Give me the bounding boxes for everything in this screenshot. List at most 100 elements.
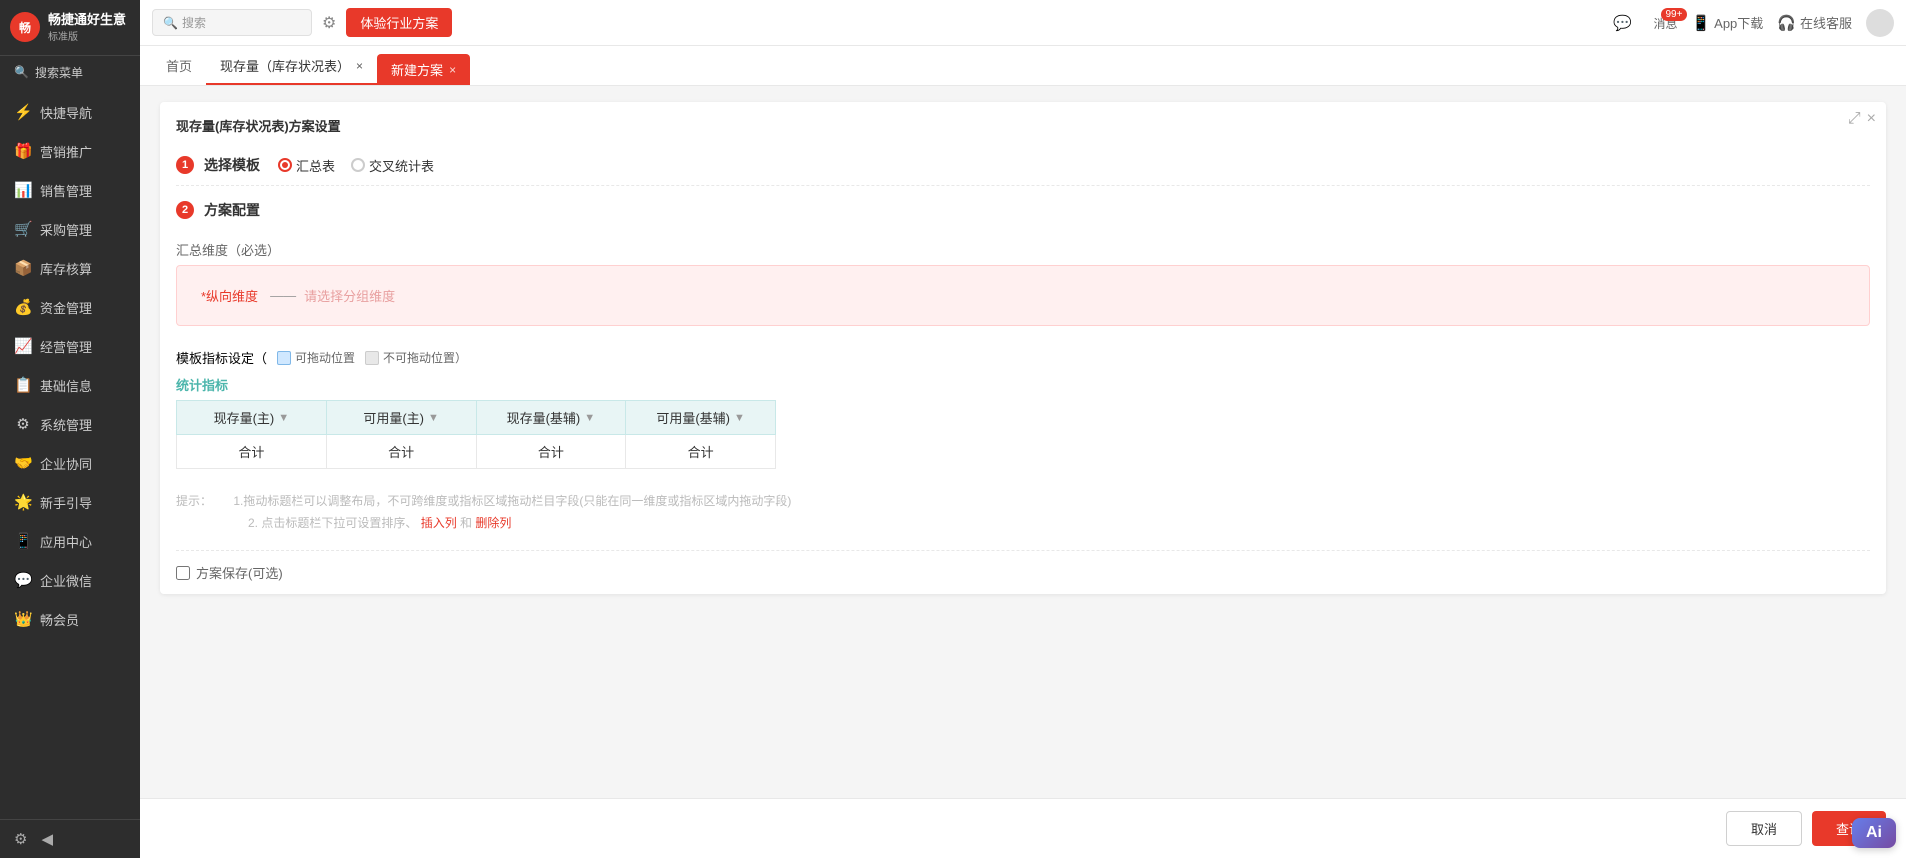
radio-summary-circle xyxy=(278,158,292,172)
message-badge: 99+ xyxy=(1661,8,1688,21)
sidebar-item-finance[interactable]: 💰 资金管理 xyxy=(0,288,140,327)
trial-button[interactable]: 体验行业方案 xyxy=(346,8,452,37)
panel-actions: ⤢ × xyxy=(1848,110,1876,128)
newbie-icon: 🌟 xyxy=(14,493,32,511)
tab-inventory-close-icon[interactable]: × xyxy=(356,59,363,73)
quick-nav-icon: ⚡ xyxy=(14,103,32,121)
settings-icon[interactable]: ⚙ xyxy=(14,830,27,848)
tab-inventory-status[interactable]: 现存量（库存状况表） × xyxy=(206,48,377,85)
sidebar-item-label: 库存核算 xyxy=(40,259,92,278)
sales-icon: 📊 xyxy=(14,181,32,199)
tip2-highlight1: 插入列 xyxy=(421,516,457,530)
summary-dimension-label: 汇总维度（必选） xyxy=(160,230,1886,265)
sidebar-item-vip[interactable]: 👑 畅会员 xyxy=(0,600,140,639)
tip2: 2. 点击标题栏下拉可设置排序、 插入列 和 删除列 xyxy=(176,513,1870,535)
close-icon[interactable]: × xyxy=(1867,110,1876,128)
sidebar-item-cooperation[interactable]: 🤝 企业协同 xyxy=(0,444,140,483)
sidebar-item-operation[interactable]: 📈 经营管理 xyxy=(0,327,140,366)
settings-panel: ⤢ × 现存量(库存状况表)方案设置 1 选择模板 汇总表 交叉统计表 xyxy=(160,102,1886,594)
vip-icon: 👑 xyxy=(14,610,32,628)
metrics-setting-row: 模板指标设定（ 可拖动位置 不可拖动位置） xyxy=(160,340,1886,373)
topbar-left: 🔍 搜索 ⚙ 体验行业方案 xyxy=(152,8,1605,37)
radio-cross-label: 交叉统计表 xyxy=(369,156,434,175)
radio-summary-label: 汇总表 xyxy=(296,156,335,175)
dash: —— xyxy=(270,288,296,303)
stats-table: 现存量(主) ▼ 可用量(主) ▼ xyxy=(176,400,776,469)
sidebar-item-sales[interactable]: 📊 销售管理 xyxy=(0,171,140,210)
sidebar-item-label: 应用中心 xyxy=(40,532,92,551)
col-header-2[interactable]: 可用量(主) ▼ xyxy=(326,401,476,435)
col1-value: 合计 xyxy=(177,435,327,469)
template-radio-group: 汇总表 交叉统计表 xyxy=(278,156,434,175)
footer-bar: 取消 查询 xyxy=(140,798,1906,858)
sidebar-item-app-center[interactable]: 📱 应用中心 xyxy=(0,522,140,561)
operation-icon: 📈 xyxy=(14,337,32,355)
col2-dropdown-icon[interactable]: ▼ xyxy=(428,412,439,424)
sidebar: 畅 畅捷通好生意 标准版 🔍 搜索菜单 ⚡ 快捷导航 🎁 营销推广 📊 销售管理… xyxy=(0,0,140,858)
tips-section: 提示： 1.拖动标题栏可以调整布局，不可跨维度或指标区域拖动栏目字段(只能在同一… xyxy=(160,483,1886,550)
radio-cross[interactable]: 交叉统计表 xyxy=(351,156,434,175)
sidebar-item-label: 新手引导 xyxy=(40,493,92,512)
radio-summary[interactable]: 汇总表 xyxy=(278,156,335,175)
step1-row: 1 选择模板 汇总表 交叉统计表 xyxy=(160,141,1886,185)
tab-home[interactable]: 首页 xyxy=(152,48,206,85)
topbar-right: 💬 99+ 消息 📱 App下载 🎧 在线客服 xyxy=(1613,9,1894,37)
stats-section: 统计指标 现存量(主) ▼ 可用量 xyxy=(160,373,1886,483)
sidebar-item-newbie[interactable]: 🌟 新手引导 xyxy=(0,483,140,522)
col-header-1[interactable]: 现存量(主) ▼ xyxy=(177,401,327,435)
app-edition: 标准版 xyxy=(48,28,126,43)
collapse-icon[interactable]: ◀ xyxy=(41,830,53,848)
app-download-button[interactable]: 📱 App下载 xyxy=(1691,13,1763,32)
cancel-button[interactable]: 取消 xyxy=(1726,811,1802,846)
sidebar-item-purchase[interactable]: 🛒 采购管理 xyxy=(0,210,140,249)
required-marker: *纵向维度 xyxy=(201,286,258,305)
sidebar-nav: ⚡ 快捷导航 🎁 营销推广 📊 销售管理 🛒 采购管理 📦 库存核算 💰 资金管… xyxy=(0,89,140,819)
message-button[interactable]: 💬 99+ 消息 xyxy=(1613,14,1677,32)
topbar-gear-icon[interactable]: ⚙ xyxy=(318,9,340,37)
tab-home-label: 首页 xyxy=(166,56,192,75)
col1-dropdown-icon[interactable]: ▼ xyxy=(278,412,289,424)
app-logo-icon: 畅 xyxy=(10,12,40,42)
col2-label: 可用量(主) xyxy=(363,408,424,427)
search-icon: 🔍 xyxy=(14,65,29,79)
sidebar-item-basic-info[interactable]: 📋 基础信息 xyxy=(0,366,140,405)
sidebar-search[interactable]: 🔍 搜索菜单 xyxy=(0,56,140,89)
dimension-input-area[interactable]: *纵向维度 —— 请选择分组维度 xyxy=(176,265,1870,326)
sidebar-item-marketing[interactable]: 🎁 营销推广 xyxy=(0,132,140,171)
sidebar-item-wechat[interactable]: 💬 企业微信 xyxy=(0,561,140,600)
col-header-4[interactable]: 可用量(基辅) ▼ xyxy=(626,401,776,435)
sidebar-item-system[interactable]: ⚙ 系统管理 xyxy=(0,405,140,444)
ai-badge[interactable]: Ai xyxy=(1852,818,1896,848)
main-area: 🔍 搜索 ⚙ 体验行业方案 💬 99+ 消息 📱 App下载 🎧 在线客服 xyxy=(140,0,1906,858)
save-checkbox[interactable] xyxy=(176,566,190,580)
col3-dropdown-icon[interactable]: ▼ xyxy=(584,412,595,424)
stats-section-label: 统计指标 xyxy=(176,375,1870,394)
wechat-icon: 💬 xyxy=(14,571,32,589)
col3-label: 现存量(基辅) xyxy=(507,408,581,427)
tip1: 提示： 1.拖动标题栏可以调整布局，不可跨维度或指标区域拖动栏目字段(只能在同一… xyxy=(176,491,1870,513)
sidebar-item-label: 销售管理 xyxy=(40,181,92,200)
tab-new-plan[interactable]: 新建方案 × xyxy=(377,54,470,85)
sidebar-item-quick-nav[interactable]: ⚡ 快捷导航 xyxy=(0,93,140,132)
new-tab-close-icon[interactable]: × xyxy=(449,63,456,77)
user-avatar[interactable] xyxy=(1866,9,1894,37)
sidebar-item-label: 采购管理 xyxy=(40,220,92,239)
marketing-icon: 🎁 xyxy=(14,142,32,160)
sidebar-item-inventory[interactable]: 📦 库存核算 xyxy=(0,249,140,288)
step2-row: 2 方案配置 xyxy=(160,186,1886,230)
topbar-search-box[interactable]: 🔍 搜索 xyxy=(152,9,312,36)
sidebar-item-label: 基础信息 xyxy=(40,376,92,395)
col4-label: 可用量(基辅) xyxy=(656,408,730,427)
expand-icon[interactable]: ⤢ xyxy=(1848,110,1861,128)
col4-dropdown-icon[interactable]: ▼ xyxy=(734,412,745,424)
nodrag-tag: 不可拖动位置） xyxy=(365,349,467,366)
sidebar-item-label: 畅会员 xyxy=(40,610,79,629)
service-button[interactable]: 🎧 在线客服 xyxy=(1777,13,1852,32)
tab-inventory-label: 现存量（库存状况表） xyxy=(220,56,350,75)
step2-label: 方案配置 xyxy=(204,200,260,220)
tip2-highlight2: 删除列 xyxy=(475,516,511,530)
tip2-mid: 和 xyxy=(460,516,472,530)
sidebar-item-label: 经营管理 xyxy=(40,337,92,356)
sidebar-bottom: ⚙ ◀ xyxy=(0,819,140,858)
col-header-3[interactable]: 现存量(基辅) ▼ xyxy=(476,401,626,435)
